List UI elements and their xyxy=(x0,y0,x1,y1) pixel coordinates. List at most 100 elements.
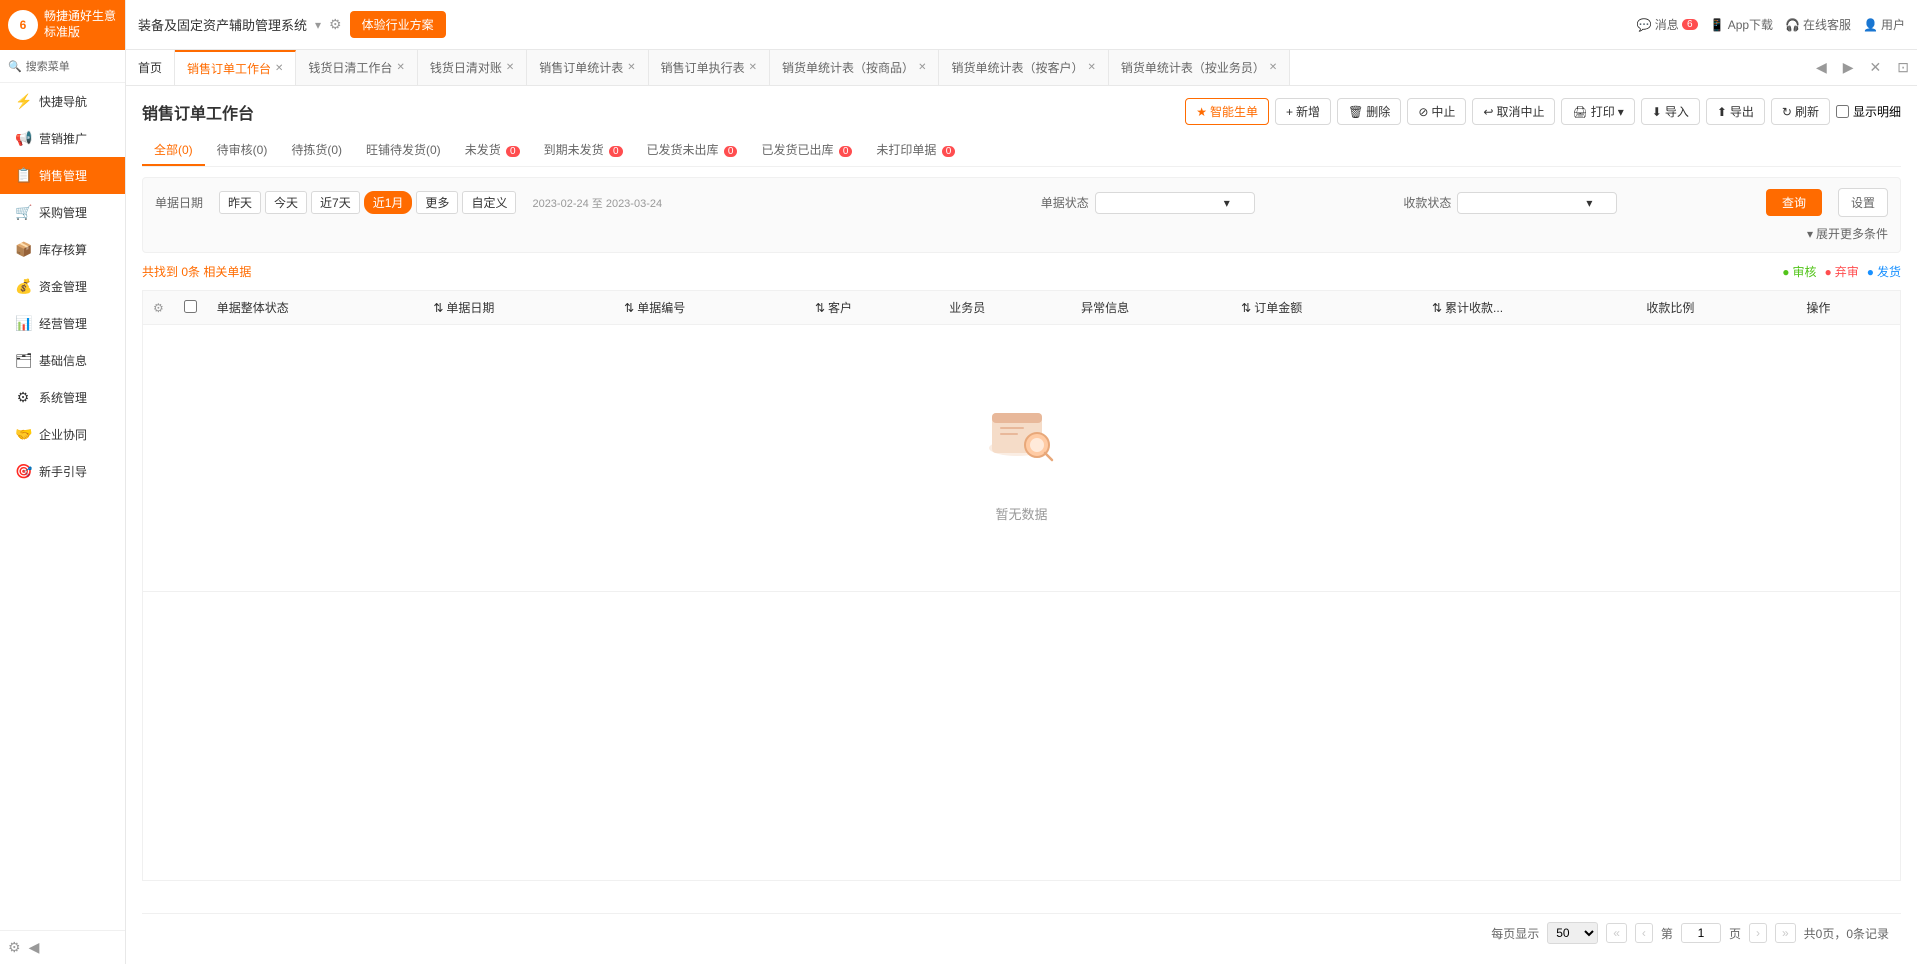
th-customer[interactable]: ⇅ 客户 xyxy=(805,291,939,325)
smart-create-btn[interactable]: ★ 智能生单 xyxy=(1185,98,1269,125)
summary-count: 0条 xyxy=(181,265,200,279)
tab-scroll-right-btn[interactable]: ▶ xyxy=(1835,50,1862,86)
subtab-shipped-not-out[interactable]: 已发货未出库 0 xyxy=(635,135,750,166)
page-size-select[interactable]: 10 20 50 100 xyxy=(1547,922,1598,944)
tab-sales-summary-product[interactable]: 销货单统计表（按商品） ✕ xyxy=(770,50,939,85)
summary-bar: 共找到 0条 相关单据 ● 审核 ● 弃审 ● 发货 xyxy=(142,263,1901,280)
subtab-shipped-out[interactable]: 已发货已出库 0 xyxy=(749,135,864,166)
headset-icon: 🎧 xyxy=(1785,18,1800,32)
sidebar-item-purchase[interactable]: 🛒 采购管理 xyxy=(0,194,125,231)
sidebar-item-sales[interactable]: 📋 销售管理 xyxy=(0,157,125,194)
message-action[interactable]: 💬 消息 6 xyxy=(1637,16,1698,33)
sidebar-item-quick-nav[interactable]: ⚡ 快捷导航 xyxy=(0,83,125,120)
th-amount[interactable]: ⇅ 订单金额 xyxy=(1231,291,1422,325)
sidebar-item-finance[interactable]: 💰 资金管理 xyxy=(0,268,125,305)
user-action[interactable]: 👤 用户 xyxy=(1863,16,1905,33)
online-service-action[interactable]: 🎧 在线客服 xyxy=(1785,16,1851,33)
tab-sales-exec[interactable]: 销售订单执行表 ✕ xyxy=(649,50,770,85)
settings-footer-btn[interactable]: ⚙ xyxy=(8,939,21,956)
subtab-pending-inspect[interactable]: 待拣货(0) xyxy=(279,135,354,166)
tab-label: 销售订单执行表 xyxy=(661,59,745,76)
tab-close-icon[interactable]: ✕ xyxy=(918,62,926,73)
tab-cash-daily[interactable]: 钱货日清工作台 ✕ xyxy=(296,50,417,85)
tab-close-icon[interactable]: ✕ xyxy=(1087,62,1095,73)
date-btn-more[interactable]: 更多 xyxy=(416,191,458,214)
delete-btn[interactable]: 🗑 删除 xyxy=(1337,98,1401,125)
date-btn-7days[interactable]: 近7天 xyxy=(311,191,360,214)
topbar-gear-icon[interactable]: ⚙ xyxy=(329,16,342,33)
ship-btn[interactable]: ● 发货 xyxy=(1867,263,1901,280)
date-btn-today[interactable]: 今天 xyxy=(265,191,307,214)
topbar-dropdown-icon[interactable]: ▾ xyxy=(315,18,321,32)
cancel-audit-btn[interactable]: ● 弃审 xyxy=(1824,263,1858,280)
tab-sales-stats[interactable]: 销售订单统计表 ✕ xyxy=(527,50,648,85)
show-detail-label[interactable]: 显示明细 xyxy=(1836,103,1901,120)
show-detail-checkbox[interactable] xyxy=(1836,105,1849,118)
cancel-stop-btn[interactable]: ↩ 取消中止 xyxy=(1472,98,1555,125)
tab-cash-reconcile[interactable]: 钱货日清对账 ✕ xyxy=(418,50,527,85)
export-btn[interactable]: ⬆ 导出 xyxy=(1706,98,1765,125)
new-btn[interactable]: + 新增 xyxy=(1275,98,1331,125)
tab-sales-summary-customer[interactable]: 销货单统计表（按客户） ✕ xyxy=(939,50,1108,85)
select-all-checkbox[interactable] xyxy=(184,300,197,313)
th-collected[interactable]: ⇅ 累计收款... xyxy=(1422,291,1636,325)
tab-sales-workbench[interactable]: 销售订单工作台 ✕ xyxy=(175,50,296,85)
sidebar-search[interactable]: 🔍 搜索菜单 xyxy=(0,50,125,83)
sidebar-footer: ⚙ ◀ xyxy=(0,930,125,964)
sidebar-item-marketing[interactable]: 📢 营销推广 xyxy=(0,120,125,157)
next-page-btn[interactable]: › xyxy=(1749,923,1767,943)
tab-maximize-btn[interactable]: ⊡ xyxy=(1889,50,1917,86)
subtab-all[interactable]: 全部(0) xyxy=(142,135,205,166)
print-btn[interactable]: 🖨 打印 ▾ xyxy=(1561,98,1634,125)
th-number[interactable]: ⇅ 单据编号 xyxy=(614,291,805,325)
sidebar-item-guide[interactable]: 🎯 新手引导 xyxy=(0,453,125,490)
filter-row-2: ▾ 展开更多条件 xyxy=(155,225,1888,242)
page-input[interactable] xyxy=(1681,923,1721,943)
th-settings[interactable]: ⚙ xyxy=(143,291,174,325)
sidebar-item-operation[interactable]: 📊 经营管理 xyxy=(0,305,125,342)
subtab-pending-review[interactable]: 待审核(0) xyxy=(205,135,280,166)
sidebar-item-inventory[interactable]: 📦 库存核算 xyxy=(0,231,125,268)
collab-icon: 🤝 xyxy=(15,426,31,443)
app-download-action[interactable]: 📱 App下载 xyxy=(1710,16,1773,33)
tab-close-icon[interactable]: ✕ xyxy=(275,63,283,74)
delete-label: 删除 xyxy=(1366,103,1390,120)
last-page-btn[interactable]: » xyxy=(1775,923,1796,943)
subtab-wangpu-ship[interactable]: 旺铺待发货(0) xyxy=(354,135,453,166)
subtab-not-printed[interactable]: 未打印单据 0 xyxy=(864,135,967,166)
audit-btn[interactable]: ● 审核 xyxy=(1782,263,1816,280)
query-btn[interactable]: 查询 xyxy=(1766,189,1822,216)
collapse-footer-btn[interactable]: ◀ xyxy=(29,939,40,956)
prev-page-btn[interactable]: ‹ xyxy=(1635,923,1653,943)
tab-close-all-btn[interactable]: ✕ xyxy=(1862,50,1890,86)
date-btn-yesterday[interactable]: 昨天 xyxy=(219,191,261,214)
import-btn[interactable]: ⬇ 导入 xyxy=(1641,98,1700,125)
status-select[interactable]: ▾ xyxy=(1095,192,1255,214)
receipt-select-arrow: ▾ xyxy=(1586,196,1592,210)
sidebar-item-collab[interactable]: 🤝 企业协同 xyxy=(0,416,125,453)
receipt-select[interactable]: ▾ xyxy=(1457,192,1617,214)
th-date[interactable]: ⇅ 单据日期 xyxy=(423,291,614,325)
date-btn-custom[interactable]: 自定义 xyxy=(462,191,516,214)
date-btn-1month[interactable]: 近1月 xyxy=(364,191,413,214)
first-page-btn[interactable]: « xyxy=(1606,923,1627,943)
sidebar-item-system[interactable]: ⚙ 系统管理 xyxy=(0,379,125,416)
stop-btn[interactable]: ⊘ 中止 xyxy=(1407,98,1466,125)
tab-close-icon[interactable]: ✕ xyxy=(627,62,635,73)
tab-scroll-left-btn[interactable]: ◀ xyxy=(1808,50,1835,86)
bottom-scrollbar[interactable] xyxy=(142,891,1901,903)
subtab-overdue-ship[interactable]: 到期未发货 0 xyxy=(532,135,635,166)
tab-close-icon[interactable]: ✕ xyxy=(396,62,404,73)
tab-close-icon[interactable]: ✕ xyxy=(506,62,514,73)
tab-close-icon[interactable]: ✕ xyxy=(749,62,757,73)
refresh-btn[interactable]: ↻ 刷新 xyxy=(1771,98,1830,125)
tab-sales-summary-staff[interactable]: 销货单统计表（按业务员） ✕ xyxy=(1109,50,1290,85)
tab-close-icon[interactable]: ✕ xyxy=(1269,62,1277,73)
expand-btn[interactable]: ▾ 展开更多条件 xyxy=(1807,225,1888,242)
subtab-not-shipped[interactable]: 未发货 0 xyxy=(453,135,532,166)
tab-home[interactable]: 首页 xyxy=(126,50,175,85)
finance-icon: 💰 xyxy=(15,278,31,295)
set-btn[interactable]: 设置 xyxy=(1838,188,1888,217)
industry-btn[interactable]: 体验行业方案 xyxy=(350,11,446,38)
sidebar-item-basic[interactable]: 🗂 基础信息 xyxy=(0,342,125,379)
